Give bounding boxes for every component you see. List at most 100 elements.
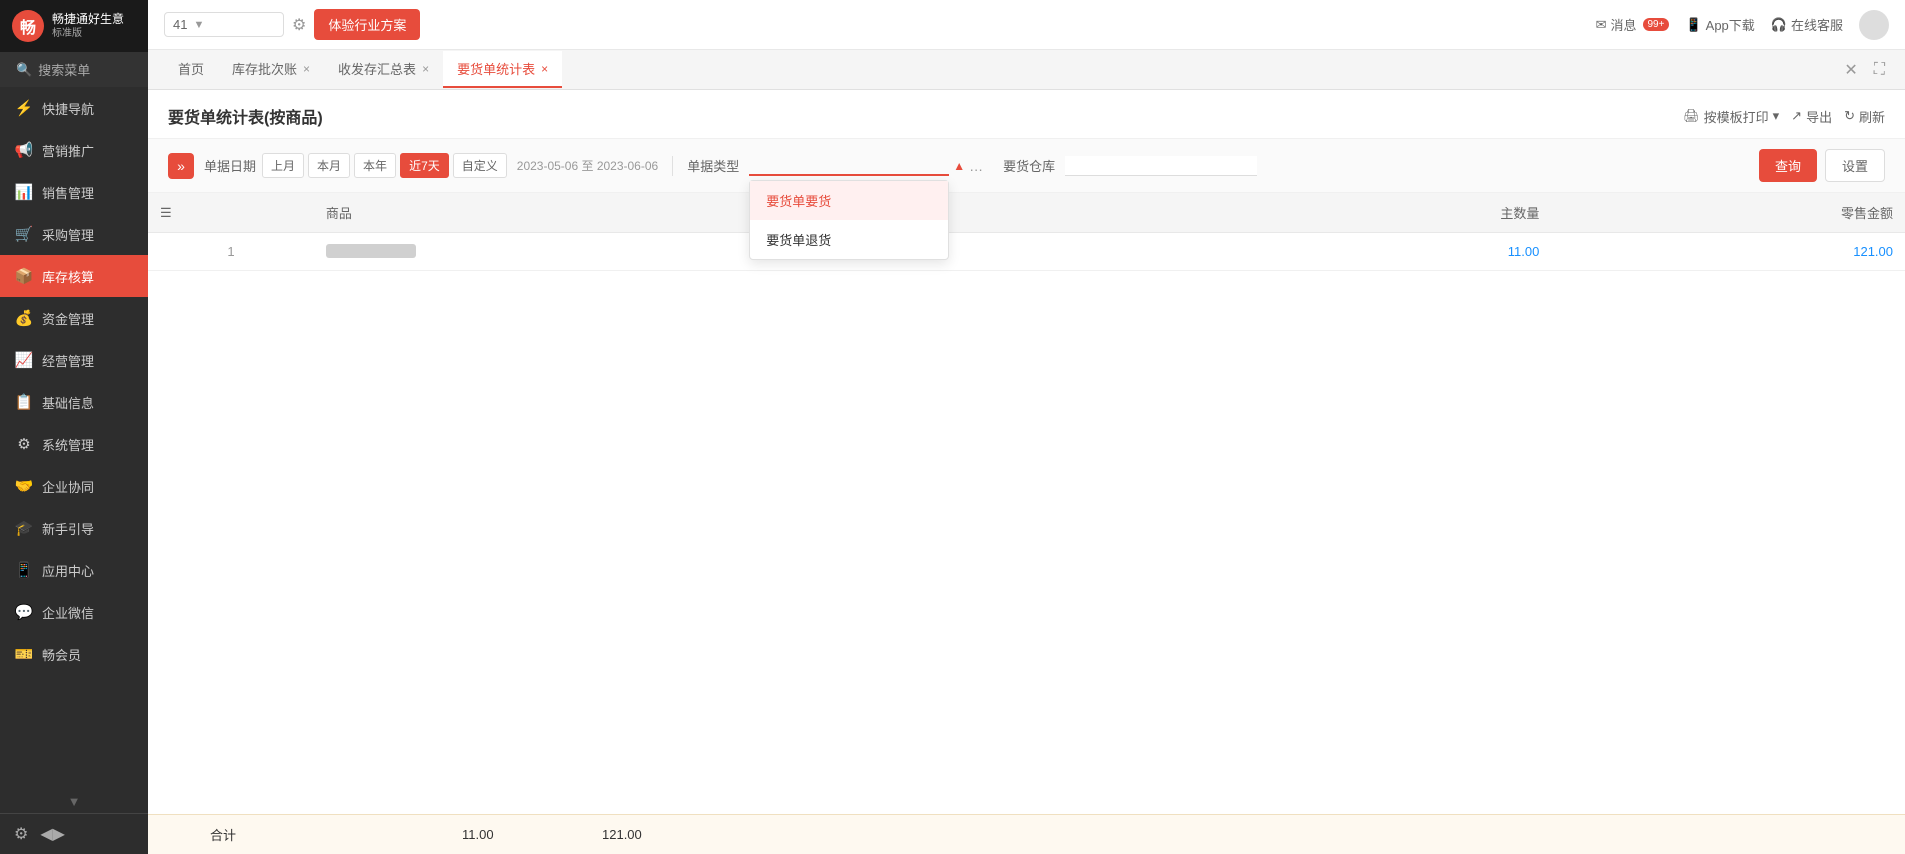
- sidebar-label: 系统管理: [42, 435, 94, 454]
- sidebar-icon: 💰: [14, 308, 34, 328]
- sidebar-item-资金管理[interactable]: 💰 资金管理: [0, 297, 148, 339]
- filter-more-icon[interactable]: …: [969, 158, 983, 174]
- sidebar-item-库存核算[interactable]: 📦 库存核算: [0, 255, 148, 297]
- tab-close[interactable]: ×: [422, 62, 429, 76]
- date-btn-本年[interactable]: 本年: [354, 153, 396, 178]
- sidebar-icon: 📢: [14, 140, 34, 160]
- print-icon: 🖨: [1683, 108, 1700, 124]
- phone-icon: 📱: [1685, 17, 1701, 33]
- user-avatar[interactable]: [1859, 10, 1889, 40]
- filter-settings-button[interactable]: 设置: [1825, 149, 1885, 182]
- sidebar-scroll-down[interactable]: ▼: [0, 790, 148, 813]
- sidebar-item-营销推广[interactable]: 📢 营销推广: [0, 129, 148, 171]
- type-dropdown-arrow[interactable]: ▲: [953, 159, 965, 173]
- sidebar-icon: 📈: [14, 350, 34, 370]
- tab-3[interactable]: 要货单统计表 ×: [443, 51, 562, 88]
- sidebar-label: 营销推广: [42, 141, 94, 160]
- cell-retail-amount: 121.00: [1551, 233, 1905, 271]
- sidebar-item-系统管理[interactable]: ⚙ 系统管理: [0, 423, 148, 465]
- sidebar-item-企业微信[interactable]: 💬 企业微信: [0, 591, 148, 633]
- collapse-icon[interactable]: ◀▶: [40, 824, 65, 844]
- table-row: 1 块 11.00 121.00: [148, 233, 1905, 271]
- date-btn-上月[interactable]: 上月: [262, 153, 304, 178]
- print-chevron-icon: ▾: [1773, 108, 1780, 124]
- type-filter-input[interactable]: [749, 155, 949, 176]
- sidebar: 畅 畅捷通好生意 标准版 🔍 搜索菜单 ⚡ 快捷导航 📢 营销推广 📊 销售管理…: [0, 0, 148, 854]
- date-btn-自定义[interactable]: 自定义: [453, 153, 507, 178]
- shop-name: 41: [173, 17, 187, 32]
- sidebar-item-采购管理[interactable]: 🛒 采购管理: [0, 213, 148, 255]
- col-header-quantity: 主数量: [1258, 193, 1551, 233]
- shop-chevron-icon: ▼: [193, 19, 204, 31]
- page-header: 要货单统计表(按商品) 🖨 按模板打印 ▾ ↗ 导出 ↻ 刷新: [148, 90, 1905, 139]
- refresh-icon: ↻: [1844, 108, 1855, 124]
- type-dropdown-menu: 要货单要货要货单退货: [749, 180, 949, 260]
- sidebar-icon: 📦: [14, 266, 34, 286]
- tab-expand[interactable]: ⛶: [1870, 56, 1889, 84]
- col-header-settings[interactable]: ☰: [148, 193, 314, 233]
- app-download-action[interactable]: 📱 App下载: [1685, 15, 1754, 34]
- trial-button[interactable]: 体验行业方案: [314, 9, 420, 40]
- footer-total-label: 合计: [210, 828, 236, 843]
- dropdown-item-要货单退货[interactable]: 要货单退货: [750, 220, 948, 259]
- date-btn-本月[interactable]: 本月: [308, 153, 350, 178]
- sidebar-item-快捷导航[interactable]: ⚡ 快捷导航: [0, 87, 148, 129]
- online-service-action[interactable]: 🎧 在线客服: [1771, 15, 1843, 34]
- messages-action[interactable]: ✉ 消息 99+: [1596, 15, 1670, 34]
- type-filter-label: 单据类型: [687, 156, 739, 175]
- settings-footer-icon[interactable]: ⚙: [14, 824, 28, 844]
- date-btn-近7天[interactable]: 近7天: [400, 153, 449, 178]
- sidebar-item-企业协同[interactable]: 🤝 企业协同: [0, 465, 148, 507]
- sidebar-label: 应用中心: [42, 561, 94, 580]
- tab-label: 首页: [178, 59, 204, 78]
- export-icon: ↗: [1791, 108, 1802, 124]
- message-icon: ✉: [1596, 17, 1607, 33]
- sidebar-label: 资金管理: [42, 309, 94, 328]
- filter-bar: » 单据日期 上月本月本年近7天自定义 2023-05-06 至 2023-06…: [148, 139, 1905, 193]
- cell-quantity: 11.00: [1258, 233, 1551, 271]
- app-name: 畅捷通好生意: [52, 12, 124, 28]
- topbar: 41 ▼ ⚙ 体验行业方案 ✉ 消息 99+ 📱 App下载 🎧 在线客服: [148, 0, 1905, 50]
- print-button[interactable]: 🖨 按模板打印 ▾: [1683, 107, 1779, 126]
- tab-label: 要货单统计表: [457, 59, 535, 78]
- sidebar-item-应用中心[interactable]: 📱 应用中心: [0, 549, 148, 591]
- tabbar-actions: ✕ ⛶: [1840, 56, 1889, 84]
- export-button[interactable]: ↗ 导出: [1791, 107, 1832, 126]
- tab-close[interactable]: ×: [541, 62, 548, 76]
- topbar-settings-icon[interactable]: ⚙: [292, 15, 306, 35]
- refresh-button[interactable]: ↻ 刷新: [1844, 107, 1885, 126]
- sidebar-item-畅会员[interactable]: 🎫 畅会员: [0, 633, 148, 675]
- sidebar-icon: 📊: [14, 182, 34, 202]
- query-button[interactable]: 查询: [1759, 149, 1817, 182]
- tab-2[interactable]: 收发存汇总表×: [324, 51, 443, 88]
- dropdown-item-要货单要货[interactable]: 要货单要货: [750, 181, 948, 220]
- sidebar-label: 经营管理: [42, 351, 94, 370]
- sidebar-item-销售管理[interactable]: 📊 销售管理: [0, 171, 148, 213]
- sidebar-label: 采购管理: [42, 225, 94, 244]
- filter-toggle-btn[interactable]: »: [168, 153, 194, 179]
- sidebar-search[interactable]: 🔍 搜索菜单: [0, 52, 148, 87]
- sidebar-label: 基础信息: [42, 393, 94, 412]
- app-version: 标准版: [52, 27, 124, 40]
- tab-close-all[interactable]: ✕: [1840, 56, 1861, 84]
- date-filter-label: 单据日期: [204, 156, 256, 175]
- shop-selector[interactable]: 41 ▼: [164, 12, 284, 37]
- sidebar-label: 畅会员: [42, 645, 81, 664]
- warehouse-input[interactable]: [1065, 156, 1257, 176]
- sidebar-item-新手引导[interactable]: 🎓 新手引导: [0, 507, 148, 549]
- sidebar-label: 新手引导: [42, 519, 94, 538]
- sidebar-label: 企业协同: [42, 477, 94, 496]
- filter-divider: [672, 156, 673, 176]
- tab-0[interactable]: 首页: [164, 51, 218, 88]
- tab-1[interactable]: 库存批次账×: [218, 51, 324, 88]
- tab-close[interactable]: ×: [303, 62, 310, 76]
- tabbar: 首页库存批次账×收发存汇总表× 要货单统计表 × ✕ ⛶: [148, 50, 1905, 90]
- sidebar-item-基础信息[interactable]: 📋 基础信息: [0, 381, 148, 423]
- logo-icon: 畅: [12, 10, 44, 42]
- sidebar-icon: 🤝: [14, 476, 34, 496]
- cell-index: 1: [148, 233, 314, 271]
- messages-badge: 99+: [1643, 18, 1670, 31]
- sidebar-icon: 🎫: [14, 644, 34, 664]
- sidebar-item-经营管理[interactable]: 📈 经营管理: [0, 339, 148, 381]
- sidebar-icon: ⚙: [14, 434, 34, 454]
